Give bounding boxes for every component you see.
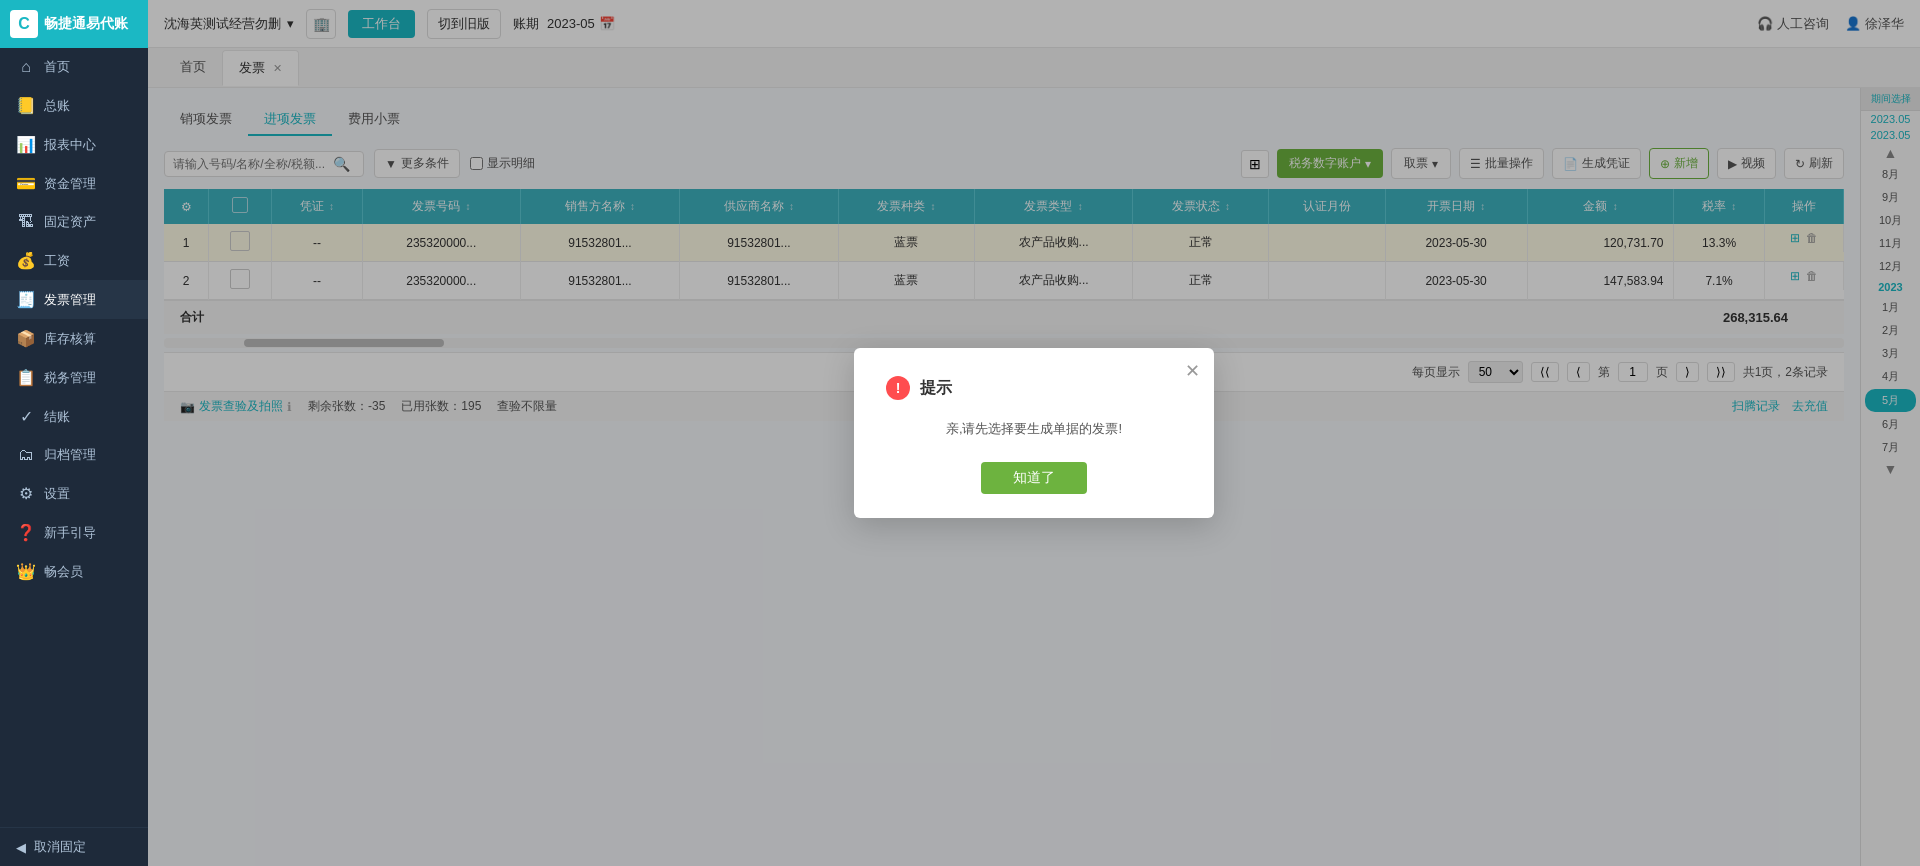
sidebar-item-label: 结账 <box>44 408 70 426</box>
sidebar-item-label: 设置 <box>44 485 70 503</box>
app-logo: C 畅捷通易代账 <box>0 0 148 48</box>
settings-icon: ⚙ <box>16 484 36 503</box>
funds-icon: 💳 <box>16 174 36 193</box>
invoices-icon: 🧾 <box>16 290 36 309</box>
modal-title-row: ! 提示 <box>886 376 1182 400</box>
sidebar-item-inventory[interactable]: 📦 库存核算 <box>0 319 148 358</box>
sidebar-item-funds[interactable]: 💳 资金管理 <box>0 164 148 203</box>
modal-warning-icon: ! <box>886 376 910 400</box>
settlement-icon: ✓ <box>16 407 36 426</box>
sidebar-item-settings[interactable]: ⚙ 设置 <box>0 474 148 513</box>
reports-icon: 📊 <box>16 135 36 154</box>
modal-footer: 知道了 <box>886 462 1182 494</box>
sidebar-item-payroll[interactable]: 💰 工资 <box>0 241 148 280</box>
inventory-icon: 📦 <box>16 329 36 348</box>
modal-close-btn[interactable]: ✕ <box>1185 360 1200 382</box>
sidebar-item-label: 畅会员 <box>44 563 83 581</box>
guide-icon: ❓ <box>16 523 36 542</box>
app-name: 畅捷通易代账 <box>44 15 128 33</box>
ledger-icon: 📒 <box>16 96 36 115</box>
sidebar-item-label: 固定资产 <box>44 213 96 231</box>
sidebar-item-invoices[interactable]: 🧾 发票管理 <box>0 280 148 319</box>
sidebar-item-tax[interactable]: 📋 税务管理 <box>0 358 148 397</box>
unpin-btn[interactable]: ◀ 取消固定 <box>0 827 148 866</box>
sidebar-item-label: 总账 <box>44 97 70 115</box>
logo-icon: C <box>10 10 38 38</box>
exclamation-icon: ! <box>896 380 901 396</box>
sidebar-item-label: 库存核算 <box>44 330 96 348</box>
sidebar-item-settlement[interactable]: ✓ 结账 <box>0 397 148 436</box>
modal-title: 提示 <box>920 378 952 399</box>
sidebar-item-home[interactable]: ⌂ 首页 <box>0 48 148 86</box>
sidebar-item-ledger[interactable]: 📒 总账 <box>0 86 148 125</box>
sidebar-item-label: 报表中心 <box>44 136 96 154</box>
home-icon: ⌂ <box>16 58 36 76</box>
member-icon: 👑 <box>16 562 36 581</box>
archive-icon: 🗂 <box>16 446 36 464</box>
sidebar-item-label: 资金管理 <box>44 175 96 193</box>
sidebar-item-label: 工资 <box>44 252 70 270</box>
modal-overlay: ✕ ! 提示 亲,请先选择要生成单据的发票! 知道了 <box>148 0 1920 866</box>
sidebar-item-label: 首页 <box>44 58 70 76</box>
assets-icon: 🏗 <box>16 213 36 231</box>
sidebar-item-label: 税务管理 <box>44 369 96 387</box>
unpin-label: 取消固定 <box>34 838 86 856</box>
modal-confirm-btn[interactable]: 知道了 <box>981 462 1087 494</box>
sidebar-item-reports[interactable]: 📊 报表中心 <box>0 125 148 164</box>
sidebar-item-guide[interactable]: ❓ 新手引导 <box>0 513 148 552</box>
sidebar-item-archive[interactable]: 🗂 归档管理 <box>0 436 148 474</box>
modal-message: 亲,请先选择要生成单据的发票! <box>886 420 1182 438</box>
pin-icon: ◀ <box>16 840 26 855</box>
sidebar-nav: ⌂ 首页 📒 总账 📊 报表中心 💳 资金管理 🏗 固定资产 💰 工资 🧾 发票… <box>0 48 148 827</box>
sidebar: C 畅捷通易代账 ⌂ 首页 📒 总账 📊 报表中心 💳 资金管理 🏗 固定资产 … <box>0 0 148 866</box>
sidebar-item-label: 新手引导 <box>44 524 96 542</box>
sidebar-item-label: 归档管理 <box>44 446 96 464</box>
sidebar-item-member[interactable]: 👑 畅会员 <box>0 552 148 591</box>
payroll-icon: 💰 <box>16 251 36 270</box>
main-area: 沈海英测试经营勿删 ▾ 🏢 工作台 切到旧版 账期 2023-05 📅 🎧 人工… <box>148 0 1920 866</box>
sidebar-item-assets[interactable]: 🏗 固定资产 <box>0 203 148 241</box>
tax-icon: 📋 <box>16 368 36 387</box>
sidebar-item-label: 发票管理 <box>44 291 96 309</box>
modal: ✕ ! 提示 亲,请先选择要生成单据的发票! 知道了 <box>854 348 1214 518</box>
